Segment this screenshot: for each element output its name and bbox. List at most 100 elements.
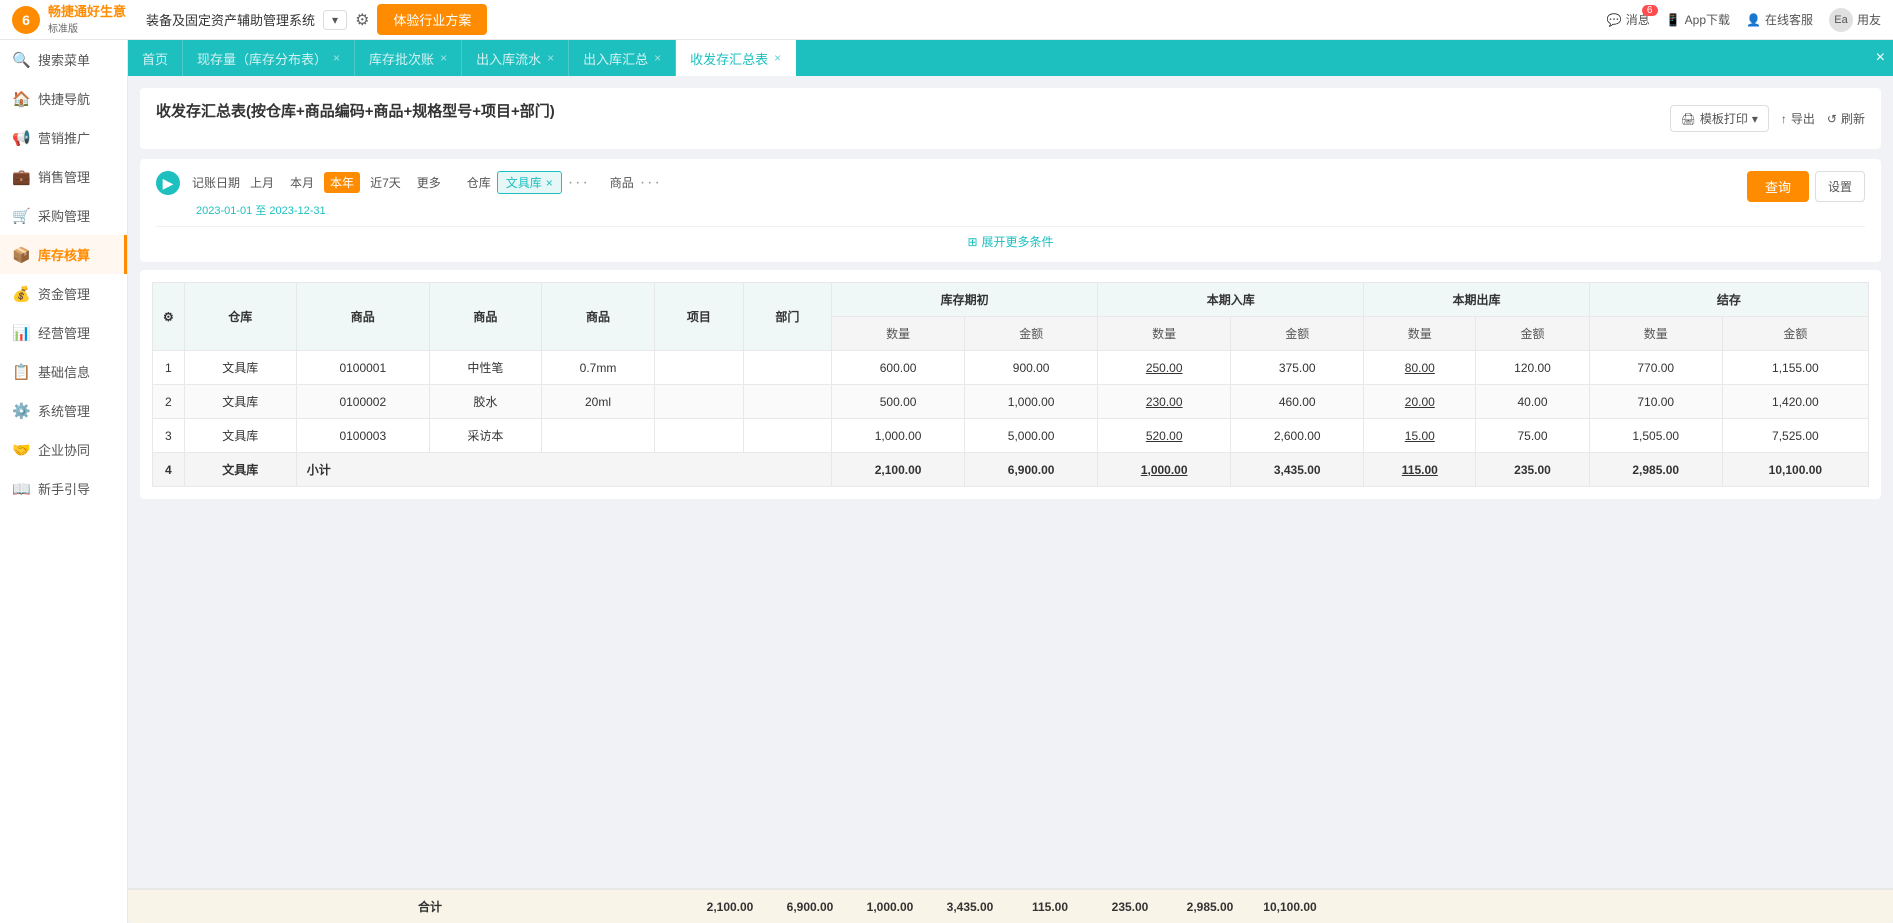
row-in-qty[interactable]: 520.00 xyxy=(1098,419,1231,453)
warehouse-tag: 文具库 × xyxy=(497,171,562,194)
row-name: 中性笔 xyxy=(429,351,541,385)
out-qty-header: 数量 xyxy=(1364,317,1476,351)
sidebar-item-guide[interactable]: 📖 新手引导 xyxy=(0,469,127,508)
sidebar-item-purchase[interactable]: 🛒 采购管理 xyxy=(0,196,127,235)
query-button[interactable]: 查询 xyxy=(1747,171,1809,202)
online-service-item[interactable]: 👤 在线客服 xyxy=(1746,11,1813,28)
tab-inout-summary-close[interactable]: × xyxy=(654,51,661,65)
sidebar-label-enterprise: 企业协同 xyxy=(38,440,90,459)
sidebar-item-quick-nav[interactable]: 🏠 快捷导航 xyxy=(0,79,127,118)
goods-dots[interactable]: ··· xyxy=(640,174,662,192)
print-dropdown-icon: ▾ xyxy=(1752,112,1758,126)
total-opening-amt: 6,900.00 xyxy=(770,900,850,914)
user-item[interactable]: Ea 用友 xyxy=(1829,8,1881,32)
row-opening-amt: 5,000.00 xyxy=(965,419,1098,453)
row-in-qty[interactable]: 230.00 xyxy=(1098,385,1231,419)
date-btn-this-year[interactable]: 本年 xyxy=(324,172,360,193)
sidebar-item-enterprise[interactable]: 🤝 企业协同 xyxy=(0,430,127,469)
subtotal-balance-amt: 10,100.00 xyxy=(1722,453,1868,487)
row-opening-qty: 500.00 xyxy=(832,385,965,419)
sidebar-item-system[interactable]: ⚙️ 系统管理 xyxy=(0,391,127,430)
tab-batch[interactable]: 库存批次账 × xyxy=(355,40,462,76)
sidebar-item-inventory[interactable]: 📦 库存核算 xyxy=(0,235,127,274)
message-item[interactable]: 💬 消息 6 xyxy=(1607,11,1650,28)
warehouse-dots[interactable]: ··· xyxy=(568,174,590,192)
project-col-header: 项目 xyxy=(655,283,743,351)
date-btn-last-month[interactable]: 上月 xyxy=(244,172,280,193)
gear-icon[interactable]: ⚙ xyxy=(355,10,369,30)
in-qty-header: 数量 xyxy=(1098,317,1231,351)
warehouse-tag-close[interactable]: × xyxy=(546,176,553,190)
system-icon: ⚙️ xyxy=(12,402,30,420)
app-download-label: App下载 xyxy=(1685,11,1730,28)
code-col-header: 商品 xyxy=(296,283,429,351)
refresh-button[interactable]: ↺ 刷新 xyxy=(1827,110,1865,127)
tab-inventory-dist-close[interactable]: × xyxy=(333,51,340,65)
warehouse-tag-text: 文具库 xyxy=(506,174,542,191)
tab-home[interactable]: 首页 xyxy=(128,40,183,76)
expand-icon: ⊞ xyxy=(967,235,977,249)
sidebar-item-marketing[interactable]: 📢 营销推广 xyxy=(0,118,127,157)
logo-text: 畅捷通好生意 标准版 xyxy=(48,4,126,35)
date-btn-more[interactable]: 更多 xyxy=(411,172,447,193)
sidebar-label-purchase: 采购管理 xyxy=(38,206,90,225)
tab-batch-close[interactable]: × xyxy=(440,51,447,65)
name-col-header: 商品 xyxy=(429,283,541,351)
system-name: 装备及固定资产辅助管理系统 xyxy=(146,10,315,29)
tab-inout-flow-close[interactable]: × xyxy=(547,51,554,65)
settings-button[interactable]: 设置 xyxy=(1815,171,1865,202)
export-icon: ↑ xyxy=(1781,112,1787,126)
row-balance-qty: 710.00 xyxy=(1589,385,1722,419)
row-balance-amt: 1,155.00 xyxy=(1722,351,1868,385)
row-name: 采访本 xyxy=(429,419,541,453)
top-bar-center: 装备及固定资产辅助管理系统 ▾ ⚙ 体验行业方案 xyxy=(126,4,1607,35)
sidebar-item-sales[interactable]: 💼 销售管理 xyxy=(0,157,127,196)
sidebar-item-operation[interactable]: 📊 经营管理 xyxy=(0,313,127,352)
tab-inventory-dist[interactable]: 现存量（库存分布表） × xyxy=(183,40,355,76)
row-dept xyxy=(743,385,831,419)
date-btn-this-month[interactable]: 本月 xyxy=(284,172,320,193)
expand-conditions-btn[interactable]: ⊞ 展开更多条件 xyxy=(967,233,1053,250)
row-spec xyxy=(541,419,654,453)
row-out-qty[interactable]: 15.00 xyxy=(1364,419,1476,453)
tab-inout-flow[interactable]: 出入库流水 × xyxy=(462,40,569,76)
tab-inout-summary[interactable]: 出入库汇总 × xyxy=(569,40,676,76)
row-balance-qty: 1,505.00 xyxy=(1589,419,1722,453)
row-opening-amt: 900.00 xyxy=(965,351,1098,385)
sidebar-item-search[interactable]: 🔍 搜索菜单 xyxy=(0,40,127,79)
page-title: 收发存汇总表(按仓库+商品编码+商品+规格型号+项目+部门) xyxy=(156,100,1670,121)
table-row: 3 文具库 0100003 采访本 1,000.00 5,000.00 520.… xyxy=(153,419,1869,453)
logo-subtitle: 标准版 xyxy=(48,20,126,35)
row-spec: 20ml xyxy=(541,385,654,419)
goods-label: 商品 xyxy=(610,174,634,191)
row-out-qty[interactable]: 20.00 xyxy=(1364,385,1476,419)
tab-receipt-summary[interactable]: 收发存汇总表 × xyxy=(676,40,796,76)
app-download-item[interactable]: 📱 App下载 xyxy=(1666,11,1730,28)
sidebar-label-guide: 新手引导 xyxy=(38,479,90,498)
subtotal-in-qty[interactable]: 1,000.00 xyxy=(1098,453,1231,487)
print-button[interactable]: 🖨 模板打印 ▾ xyxy=(1670,105,1769,132)
total-label: 合计 xyxy=(170,898,690,915)
sidebar-label-system: 系统管理 xyxy=(38,401,90,420)
basic-info-icon: 📋 xyxy=(12,363,30,381)
filter-collapse-btn[interactable]: ▶ xyxy=(156,171,180,195)
total-balance-qty: 2,985.00 xyxy=(1170,900,1250,914)
experience-button[interactable]: 体验行业方案 xyxy=(377,4,487,35)
table-row: 2 文具库 0100002 胶水 20ml 500.00 1,000.00 23… xyxy=(153,385,1869,419)
date-btn-7days[interactable]: 近7天 xyxy=(364,172,407,193)
row-name: 胶水 xyxy=(429,385,541,419)
balance-qty-header: 数量 xyxy=(1589,317,1722,351)
export-button[interactable]: ↑ 导出 xyxy=(1781,110,1815,127)
sidebar-item-basic-info[interactable]: 📋 基础信息 xyxy=(0,352,127,391)
tab-bar-close-all[interactable]: × xyxy=(1876,49,1893,67)
system-dropdown[interactable]: ▾ xyxy=(323,10,347,30)
row-out-qty[interactable]: 80.00 xyxy=(1364,351,1476,385)
settings-col-header[interactable]: ⚙ xyxy=(153,283,185,351)
subtotal-index: 4 xyxy=(153,453,185,487)
marketing-icon: 📢 xyxy=(12,129,30,147)
row-in-qty[interactable]: 250.00 xyxy=(1098,351,1231,385)
row-in-amt: 375.00 xyxy=(1231,351,1364,385)
tab-receipt-summary-close[interactable]: × xyxy=(774,51,781,65)
subtotal-out-qty[interactable]: 115.00 xyxy=(1364,453,1476,487)
sidebar-item-finance[interactable]: 💰 资金管理 xyxy=(0,274,127,313)
